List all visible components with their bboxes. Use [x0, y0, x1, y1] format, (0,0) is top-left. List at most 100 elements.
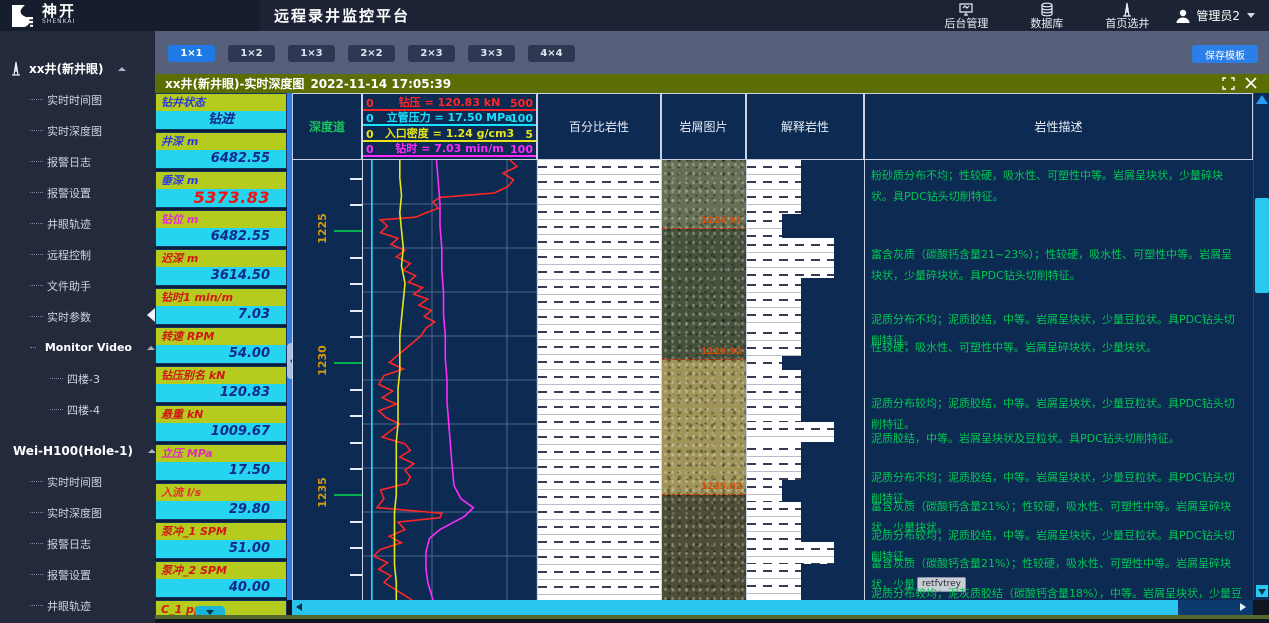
tree-leaf-item[interactable]: 报警日志 — [0, 146, 155, 177]
tree-item-label: 实时参数 — [47, 309, 91, 325]
lithology-description: 富含灰质（碳酸钙含量21~23%）；性较硬，吸水性、可塑性中等。岩屑呈块状，少量… — [871, 245, 1243, 287]
param-card: 转速 RPM54.00 — [155, 327, 287, 364]
cuttings-photo-section: 1224.91 — [662, 160, 746, 229]
tree-leaf-item[interactable]: 实时深度图 — [0, 497, 155, 528]
interp-lithology-segment — [747, 564, 801, 600]
param-card: 钻时1 min/m7.03 — [155, 288, 287, 325]
page-bottom-edge — [155, 619, 1269, 623]
chevron-up-icon — [118, 67, 126, 71]
scroll-right-icon[interactable] — [1235, 600, 1251, 615]
sidebar-collapse-handle[interactable] — [147, 308, 155, 322]
param-label: 钻井状态 — [156, 94, 286, 111]
layout-toolbar: 1×1 1×2 1×3 2×2 2×3 3×3 4×4 保存模板 — [155, 31, 1269, 74]
layout-button-3x3[interactable]: 3×3 — [468, 45, 515, 62]
column-header-interp: 解释岩性 — [746, 93, 864, 160]
depth-minor-tick — [350, 204, 362, 206]
interp-lithology-segment — [747, 160, 801, 214]
nav-monitor[interactable]: 后台管理 — [944, 2, 988, 30]
tree-leaf-item[interactable]: 实时时间图 — [0, 84, 155, 115]
tree-leaf-item[interactable]: 实时参数 — [0, 301, 155, 332]
layout-button-2x3[interactable]: 2×3 — [408, 45, 455, 62]
param-label: 转速 RPM — [156, 328, 286, 345]
tree-item-label: 报警日志 — [47, 536, 91, 552]
tree-connector — [30, 161, 43, 162]
interp-lithology-segment — [747, 442, 801, 480]
tree-connector — [30, 512, 43, 513]
param-label: 泵冲_2 SPM — [156, 562, 286, 579]
curve-track-plot — [363, 160, 538, 600]
tree-leaf-item[interactable]: 实时深度图 — [0, 115, 155, 146]
tree-well-node[interactable]: Wei-H100(Hole-1) — [0, 435, 155, 466]
tree-item-label: 报警设置 — [47, 567, 91, 583]
scroll-up-icon[interactable] — [1256, 95, 1268, 104]
vertical-scrollbar[interactable] — [1253, 93, 1269, 600]
tree-leaf-item[interactable]: 文件助手 — [0, 270, 155, 301]
scroll-down-icon[interactable] — [1256, 585, 1268, 597]
layout-button-2x2[interactable]: 2×2 — [348, 45, 395, 62]
layout-button-1x3[interactable]: 1×3 — [288, 45, 335, 62]
tree-group-node[interactable]: Monitor Video — [0, 332, 155, 363]
curve-name-value: 入口密度 = 1.24 g/cm3 — [363, 125, 536, 141]
curve-color-line — [363, 155, 536, 157]
column-header-pct: 百分比岩性 — [537, 93, 661, 160]
nav-derrick[interactable]: 首页选井 — [1105, 2, 1149, 30]
param-value: 29.80 — [156, 501, 286, 519]
depth-minor-tick — [350, 468, 362, 470]
tree-connector — [30, 316, 43, 317]
tree-item-label: 井眼轨迹 — [47, 216, 91, 232]
tree-leaf-item[interactable]: 井眼轨迹 — [0, 208, 155, 239]
depth-tick-label: 1230 — [316, 346, 329, 377]
column-header-curves: 0钻压 = 120.83 kN5000立管压力 = 17.50 MPa1000入… — [362, 93, 537, 160]
tree-leaf-item[interactable]: 报警设置 — [0, 559, 155, 590]
param-value: 54.00 — [156, 345, 286, 363]
column-header-label: 解释岩性 — [781, 118, 829, 135]
layout-button-1x2[interactable]: 1×2 — [228, 45, 275, 62]
tree-leaf-item[interactable]: 远程控制 — [0, 239, 155, 270]
tree-leaf-item[interactable]: 实时时间图 — [0, 466, 155, 497]
photo-depth-label: 1235.02 — [701, 482, 742, 492]
param-card: 泵冲_1 SPM51.00 — [155, 522, 287, 559]
tree-well-node[interactable]: xx井(新井眼) — [0, 53, 155, 84]
chevron-up-icon — [147, 346, 155, 350]
param-card: 垂深 m5373.83 — [155, 171, 287, 208]
tree-item-label: 实时时间图 — [47, 474, 102, 490]
param-value: 6482.55 — [156, 150, 286, 168]
depth-minor-tick — [350, 415, 362, 417]
scroll-left-icon[interactable] — [292, 600, 308, 615]
param-card: 泵冲_2 SPM40.00 — [155, 561, 287, 598]
depth-minor-tick — [350, 178, 362, 180]
nav-database[interactable]: 数据库 — [1030, 2, 1063, 30]
interp-lithology-segment — [747, 238, 834, 278]
close-icon[interactable] — [1245, 77, 1257, 89]
shenkai-logo-icon — [10, 4, 34, 28]
tree-leaf-item[interactable]: 报警日志 — [0, 528, 155, 559]
tree-leaf-item[interactable]: 四楼-3 — [0, 363, 155, 394]
save-template-button[interactable]: 保存模板 — [1192, 45, 1258, 63]
param-label: 悬重 kN — [156, 406, 286, 423]
tree-item-label: 报警设置 — [47, 185, 91, 201]
layout-button-1x1[interactable]: 1×1 — [168, 45, 215, 62]
tree-leaf-item[interactable]: 井眼轨迹 — [0, 590, 155, 621]
depth-log-chart: 深度道0钻压 = 120.83 kN5000立管压力 = 17.50 MPa10… — [292, 93, 1253, 600]
tree-connector — [30, 543, 43, 544]
column-body-pct — [537, 160, 661, 600]
param-card: 入流 l/s29.80 — [155, 483, 287, 520]
column-body-depth: 122512301235 — [292, 160, 362, 600]
depth-minor-tick — [350, 310, 362, 312]
tree-item-label: 四楼-4 — [67, 402, 100, 418]
tree-leaf-item[interactable]: 报警设置 — [0, 177, 155, 208]
cuttings-photo-section: 1229.92 — [662, 229, 746, 360]
layout-button-4x4[interactable]: 4×4 — [528, 45, 575, 62]
horizontal-scroll-thumb[interactable] — [308, 600, 1178, 615]
nav-label: 后台管理 — [944, 18, 988, 30]
panel-title-type: -实时深度图 — [239, 75, 304, 92]
user-menu[interactable]: 管理员2 — [1175, 7, 1255, 24]
column-header-desc: 岩性描述 — [864, 93, 1253, 160]
horizontal-scrollbar[interactable] — [292, 600, 1253, 615]
logo-subtext: SHENKAI — [42, 18, 76, 26]
tree-leaf-item[interactable]: 四楼-4 — [0, 394, 155, 425]
vertical-scroll-thumb[interactable] — [1255, 198, 1269, 293]
depth-tick-label: 1225 — [316, 214, 329, 245]
depth-minor-tick — [350, 442, 362, 444]
fullscreen-icon[interactable] — [1222, 77, 1235, 90]
